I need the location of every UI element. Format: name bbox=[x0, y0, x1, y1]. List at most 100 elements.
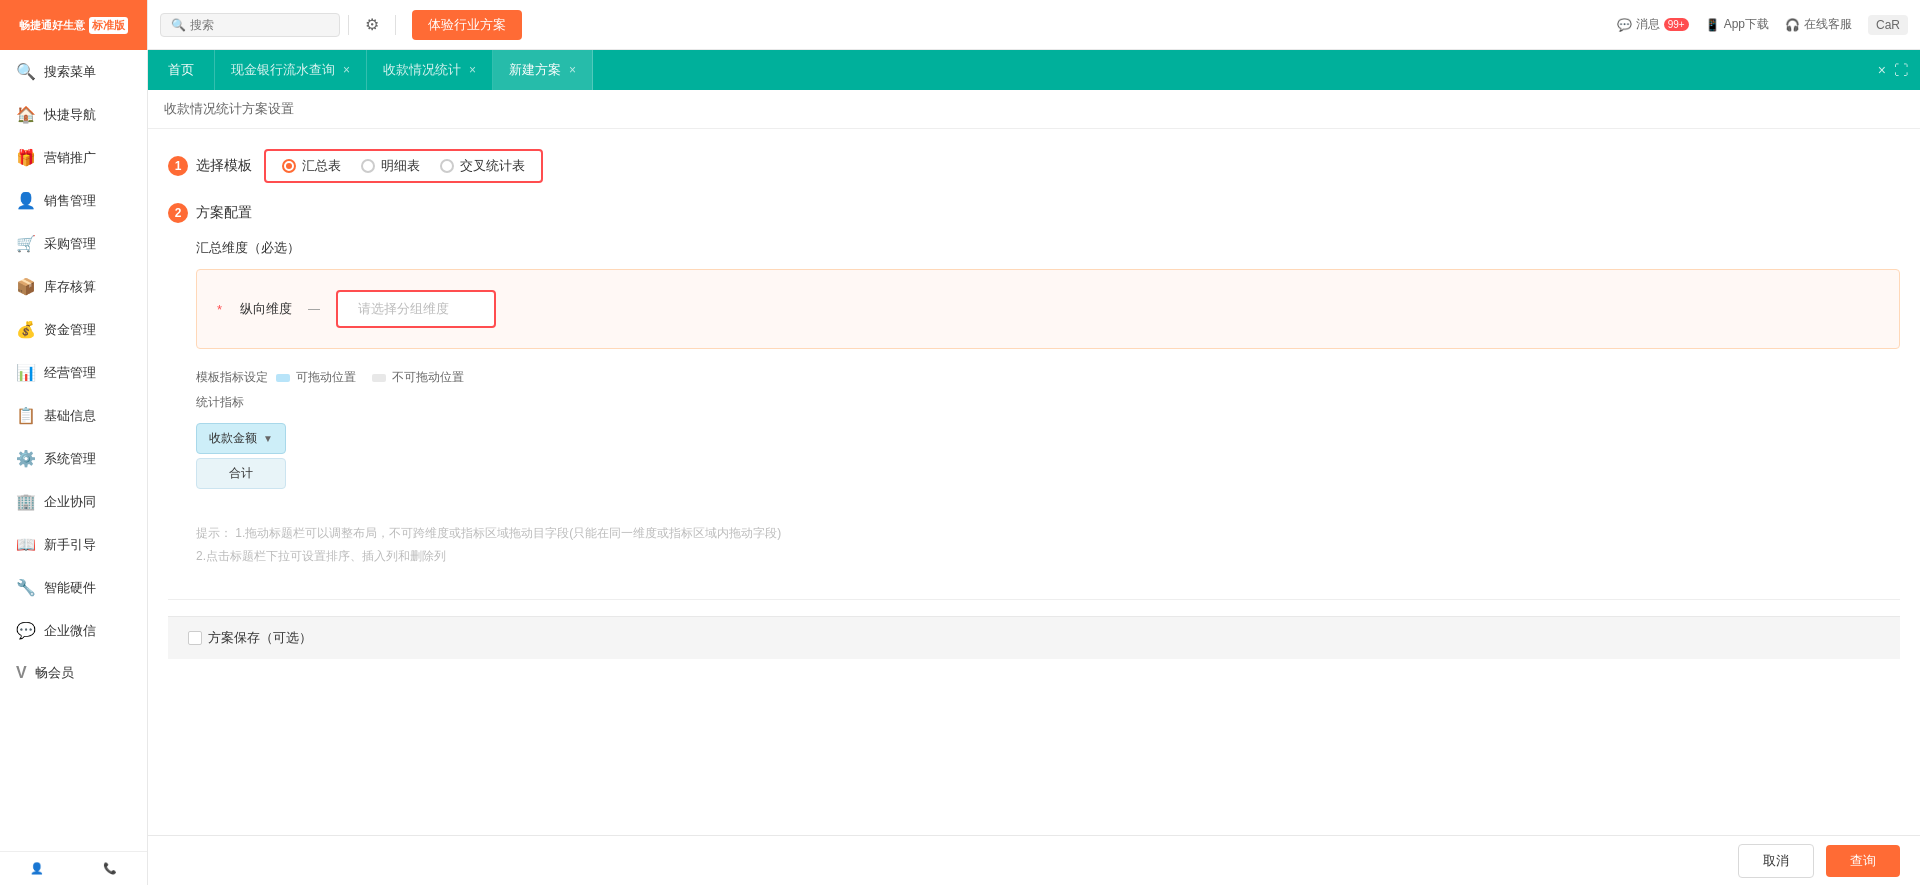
support-label: 在线客服 bbox=[1804, 16, 1852, 33]
draggable-dot bbox=[276, 374, 290, 382]
sidebar-item-basic[interactable]: 📋 基础信息 bbox=[0, 394, 147, 437]
tab-home[interactable]: 首页 bbox=[148, 50, 215, 90]
tab-new-plan-label: 新建方案 bbox=[509, 61, 561, 79]
radio-cross-circle bbox=[440, 159, 454, 173]
trial-button[interactable]: 体验行业方案 bbox=[412, 10, 522, 40]
sidebar-label-enterprise: 企业协同 bbox=[44, 493, 96, 511]
save-option[interactable]: 方案保存（可选） bbox=[188, 629, 312, 647]
sidebar-item-quick-nav[interactable]: 🏠 快捷导航 bbox=[0, 93, 147, 136]
section1-num: 1 bbox=[168, 156, 188, 176]
dimension-arrow: — bbox=[308, 302, 320, 316]
section1: 1 选择模板 汇总表 明细表 交叉统计 bbox=[168, 149, 1900, 183]
radio-summary[interactable]: 汇总表 bbox=[282, 157, 341, 175]
tab-receipt-stats-close[interactable]: × bbox=[469, 63, 476, 77]
indicator-section: 模板指标设定 可拖动位置 不可拖动位置 bbox=[196, 369, 1900, 489]
section2: 2 方案配置 汇总维度（必选） * 纵向维度 — 请选择分组维度 bbox=[168, 203, 1900, 583]
radio-cross[interactable]: 交叉统计表 bbox=[440, 157, 525, 175]
sidebar-item-hardware[interactable]: 🔧 智能硬件 bbox=[0, 566, 147, 609]
save-option-label: 方案保存（可选） bbox=[208, 629, 312, 647]
section2-num: 2 bbox=[168, 203, 188, 223]
stats-table: 统计指标 收款金额 ▼ 合计 bbox=[196, 394, 1900, 489]
cart-icon: 🛒 bbox=[16, 234, 36, 253]
sidebar-item-sales[interactable]: 👤 销售管理 bbox=[0, 179, 147, 222]
box-icon: 📦 bbox=[16, 277, 36, 296]
radio-detail-label: 明细表 bbox=[381, 157, 420, 175]
stats-cell-amount[interactable]: 收款金额 ▼ bbox=[196, 423, 286, 454]
indicator-header: 模板指标设定 可拖动位置 不可拖动位置 bbox=[196, 369, 1900, 386]
sidebar-bottom-user[interactable]: 👤 bbox=[30, 862, 44, 875]
dimension-area: * 纵向维度 — 请选择分组维度 bbox=[196, 269, 1900, 349]
list-icon: 📋 bbox=[16, 406, 36, 425]
sidebar-item-purchase[interactable]: 🛒 采购管理 bbox=[0, 222, 147, 265]
fixed-dot bbox=[372, 374, 386, 382]
save-checkbox[interactable] bbox=[188, 631, 202, 645]
topbar-right: 💬 消息 99+ 📱 App下载 🎧 在线客服 CaR bbox=[1617, 15, 1908, 35]
stats-subtotal: 合计 bbox=[196, 458, 286, 489]
download-label: App下载 bbox=[1724, 16, 1769, 33]
user-avatar-icon: 👤 bbox=[30, 862, 44, 875]
page-breadcrumb: 收款情况统计方案设置 bbox=[148, 90, 1920, 129]
fullscreen-button[interactable]: ⛶ bbox=[1894, 62, 1908, 78]
main-area: 收款情况统计方案设置 1 选择模板 汇总表 明细表 bbox=[148, 90, 1920, 835]
topbar-search-icon: 🔍 bbox=[171, 18, 186, 32]
bottom-bar: 取消 查询 bbox=[148, 835, 1920, 885]
sidebar-item-inventory[interactable]: 📦 库存核算 bbox=[0, 265, 147, 308]
sidebar-label-basic: 基础信息 bbox=[44, 407, 96, 425]
sidebar-label-member: 畅会员 bbox=[35, 664, 74, 682]
sidebar-item-search[interactable]: 🔍 搜索菜单 bbox=[0, 50, 147, 93]
sidebar-item-member[interactable]: V 畅会员 bbox=[0, 652, 147, 694]
app-edition: 标准版 bbox=[89, 17, 128, 34]
app-logo: 畅捷通好生意 标准版 bbox=[0, 0, 147, 50]
topbar-divider2 bbox=[395, 15, 396, 35]
radio-summary-label: 汇总表 bbox=[302, 157, 341, 175]
search-input[interactable] bbox=[190, 18, 320, 32]
tab-bank-flow[interactable]: 现金银行流水查询 × bbox=[215, 50, 367, 90]
tab-bank-flow-label: 现金银行流水查询 bbox=[231, 61, 335, 79]
tab-new-plan-close[interactable]: × bbox=[569, 63, 576, 77]
stats-col-header: 统计指标 bbox=[196, 394, 244, 411]
radio-summary-circle bbox=[282, 159, 296, 173]
section1-title: 选择模板 bbox=[196, 157, 252, 175]
gift-icon: 🎁 bbox=[16, 148, 36, 167]
tab-receipt-stats[interactable]: 收款情况统计 × bbox=[367, 50, 493, 90]
sidebar-bottom: 👤 📞 bbox=[0, 851, 147, 885]
money-icon: 💰 bbox=[16, 320, 36, 339]
legend-draggable-label: 可拖动位置 bbox=[296, 369, 356, 386]
download-item[interactable]: 📱 App下载 bbox=[1705, 16, 1769, 33]
search-box[interactable]: 🔍 bbox=[160, 13, 340, 37]
sidebar-item-marketing[interactable]: 🎁 营销推广 bbox=[0, 136, 147, 179]
close-all-button[interactable]: × bbox=[1878, 62, 1886, 78]
notification-label: 消息 bbox=[1636, 16, 1660, 33]
tab-bank-flow-close[interactable]: × bbox=[343, 63, 350, 77]
footer-save: 方案保存（可选） bbox=[168, 616, 1900, 659]
dimension-config-label: 汇总维度（必选） bbox=[196, 239, 1900, 257]
sidebar-item-wechat[interactable]: 💬 企业微信 bbox=[0, 609, 147, 652]
radio-cross-label: 交叉统计表 bbox=[460, 157, 525, 175]
tab-new-plan[interactable]: 新建方案 × bbox=[493, 50, 593, 90]
notification-item[interactable]: 💬 消息 99+ bbox=[1617, 16, 1689, 33]
sidebar-label-system: 系统管理 bbox=[44, 450, 96, 468]
stats-cell-wrapper: 收款金额 ▼ bbox=[196, 423, 1900, 454]
radio-detail[interactable]: 明细表 bbox=[361, 157, 420, 175]
sidebar-item-finance[interactable]: 💰 资金管理 bbox=[0, 308, 147, 351]
tabbar-right: × ⛶ bbox=[1878, 50, 1920, 90]
sidebar-bottom-support[interactable]: 📞 bbox=[103, 862, 117, 875]
chat-icon: 💬 bbox=[16, 621, 36, 640]
user-info[interactable]: CaR bbox=[1868, 15, 1908, 35]
query-button[interactable]: 查询 bbox=[1826, 845, 1900, 877]
sidebar-label-finance: 资金管理 bbox=[44, 321, 96, 339]
sidebar-label-hardware: 智能硬件 bbox=[44, 579, 96, 597]
sidebar-item-enterprise[interactable]: 🏢 企业协同 bbox=[0, 480, 147, 523]
legend-draggable: 可拖动位置 bbox=[276, 369, 356, 386]
sidebar-item-guide[interactable]: 📖 新手引导 bbox=[0, 523, 147, 566]
notification-icon: 💬 bbox=[1617, 18, 1632, 32]
section2-title: 方案配置 bbox=[196, 204, 252, 222]
cancel-button[interactable]: 取消 bbox=[1738, 844, 1814, 878]
sidebar-item-operation[interactable]: 📊 经营管理 bbox=[0, 351, 147, 394]
sidebar-item-system[interactable]: ⚙️ 系统管理 bbox=[0, 437, 147, 480]
hardware-icon: 🔧 bbox=[16, 578, 36, 597]
dimension-select[interactable]: 请选择分组维度 bbox=[336, 290, 496, 328]
tab-home-label: 首页 bbox=[168, 61, 194, 79]
gear-button[interactable]: ⚙ bbox=[357, 11, 387, 38]
support-item[interactable]: 🎧 在线客服 bbox=[1785, 16, 1852, 33]
